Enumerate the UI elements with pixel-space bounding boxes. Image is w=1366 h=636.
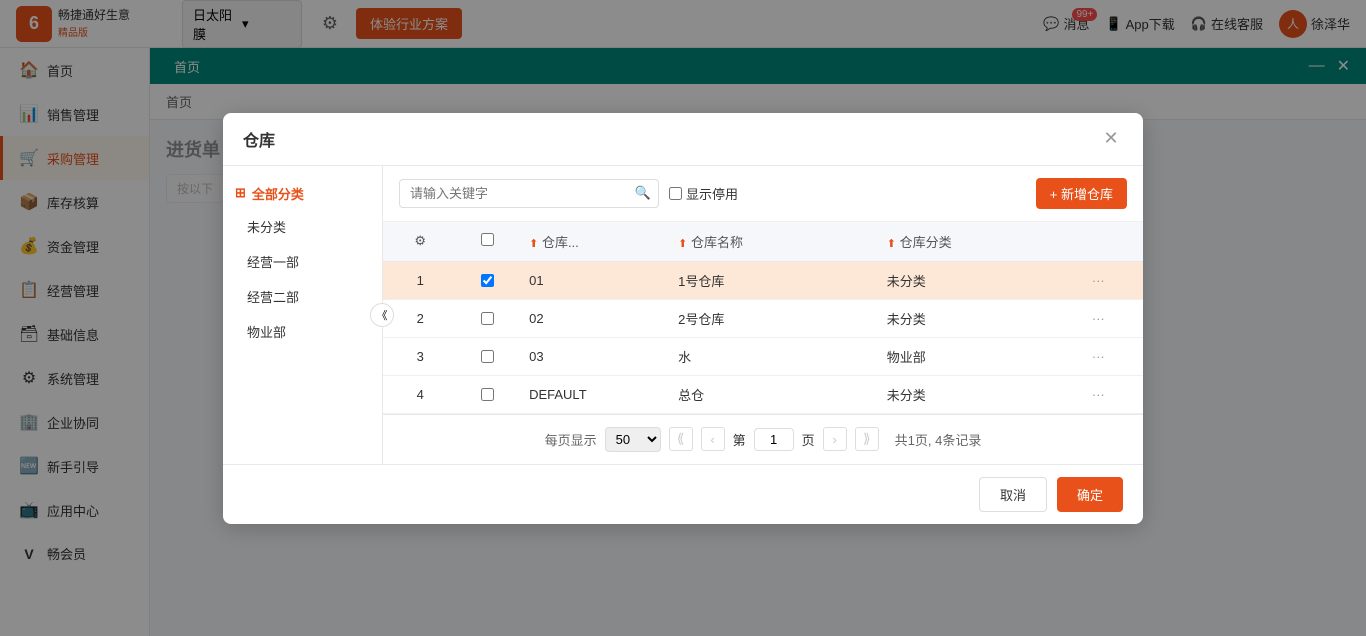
col-header-category[interactable]: ⬆ 仓库分类 [875, 222, 1054, 262]
search-input[interactable] [399, 179, 659, 208]
page-unit: 页 [802, 430, 815, 449]
row-checkbox[interactable] [481, 312, 494, 325]
warehouse-modal: 仓库 ✕ ⊞ 全部分类 未分类 经营一部 经营二部 物业部 《 [223, 113, 1143, 524]
modal-footer: 取消 确定 [223, 464, 1143, 524]
search-wrap: 🔍 [399, 179, 659, 208]
table-body: 1 01 1号仓库 未分类 ··· 2 02 2号仓库 未分类 ··· 3 [383, 261, 1143, 413]
row-actions[interactable]: ··· [1054, 337, 1143, 375]
row-more-icon[interactable]: ··· [1092, 273, 1105, 288]
row-check[interactable] [458, 299, 518, 337]
col-cat-sort-icon: ⬆ [887, 238, 896, 250]
show-disabled-label[interactable]: 显示停用 [669, 184, 738, 203]
cat-item-ops1[interactable]: 经营一部 [223, 244, 382, 279]
sidebar-collapse-button[interactable]: 《 [370, 303, 394, 327]
row-check[interactable] [458, 261, 518, 299]
row-checkbox[interactable] [481, 388, 494, 401]
prev-page-button[interactable]: ‹ [701, 427, 725, 451]
modal-overlay: 仓库 ✕ ⊞ 全部分类 未分类 经营一部 经营二部 物业部 《 [0, 0, 1366, 636]
select-all-checkbox[interactable] [481, 233, 494, 246]
row-name: 2号仓库 [666, 299, 875, 337]
col-name-label: 仓库名称 [691, 235, 743, 250]
warehouse-table-wrap: ⚙ ⬆ 仓库... ⬆ 仓库名称 [383, 222, 1143, 414]
row-more-icon[interactable]: ··· [1092, 387, 1105, 402]
page-label: 第 [733, 430, 746, 449]
row-name: 水 [666, 337, 875, 375]
row-code: DEFAULT [517, 375, 666, 413]
confirm-button[interactable]: 确定 [1057, 477, 1123, 512]
modal-pagination: 每页显示 50 10 20 100 ⟪ ‹ 第 1 页 › ⟫ 共1页, 4条记… [383, 414, 1143, 464]
all-categories-label: 全部分类 [252, 184, 304, 203]
row-code: 01 [517, 261, 666, 299]
table-row[interactable]: 2 02 2号仓库 未分类 ··· [383, 299, 1143, 337]
col-header-code[interactable]: ⬆ 仓库... [517, 222, 666, 262]
all-categories-item[interactable]: ⊞ 全部分类 [223, 178, 382, 209]
col-header-check [458, 222, 518, 262]
row-check[interactable] [458, 337, 518, 375]
per-page-select[interactable]: 50 10 20 100 [605, 427, 661, 452]
warehouse-table: ⚙ ⬆ 仓库... ⬆ 仓库名称 [383, 222, 1143, 414]
col-header-name[interactable]: ⬆ 仓库名称 [666, 222, 875, 262]
col-code-label: 仓库... [542, 235, 579, 250]
modal-close-button[interactable]: ✕ [1099, 127, 1123, 151]
row-name: 1号仓库 [666, 261, 875, 299]
col-code-sort-icon: ⬆ [529, 238, 538, 250]
row-index: 4 [383, 375, 458, 413]
grid-icon: ⊞ [235, 185, 246, 201]
col-cat-label: 仓库分类 [900, 235, 952, 250]
row-code: 02 [517, 299, 666, 337]
table-row[interactable]: 3 03 水 物业部 ··· [383, 337, 1143, 375]
row-name: 总仓 [666, 375, 875, 413]
show-disabled-text: 显示停用 [686, 184, 738, 203]
row-category: 未分类 [875, 261, 1054, 299]
row-index: 3 [383, 337, 458, 375]
row-more-icon[interactable]: ··· [1092, 311, 1105, 326]
row-index: 2 [383, 299, 458, 337]
search-icon[interactable]: 🔍 [635, 185, 651, 201]
per-page-label: 每页显示 [545, 430, 597, 449]
cat-item-unclassified[interactable]: 未分类 [223, 209, 382, 244]
col-name-sort-icon: ⬆ [678, 238, 687, 250]
first-page-button[interactable]: ⟪ [669, 427, 693, 451]
row-code: 03 [517, 337, 666, 375]
modal-body: ⊞ 全部分类 未分类 经营一部 经营二部 物业部 《 🔍 [223, 166, 1143, 464]
page-input[interactable]: 1 [754, 428, 794, 451]
row-index: 1 [383, 261, 458, 299]
row-checkbox[interactable] [481, 274, 494, 287]
row-checkbox[interactable] [481, 350, 494, 363]
cat-item-property[interactable]: 物业部 [223, 314, 382, 349]
row-actions[interactable]: ··· [1054, 261, 1143, 299]
category-sidebar: ⊞ 全部分类 未分类 经营一部 经营二部 物业部 《 [223, 166, 383, 464]
show-disabled-checkbox[interactable] [669, 187, 682, 200]
cancel-button[interactable]: 取消 [979, 477, 1047, 512]
row-category: 物业部 [875, 337, 1054, 375]
col-header-actions [1054, 222, 1143, 262]
col-header-settings: ⚙ [383, 222, 458, 262]
next-page-button[interactable]: › [823, 427, 847, 451]
row-more-icon[interactable]: ··· [1092, 349, 1105, 364]
table-row[interactable]: 1 01 1号仓库 未分类 ··· [383, 261, 1143, 299]
row-category: 未分类 [875, 299, 1054, 337]
add-warehouse-button[interactable]: + 新增仓库 [1036, 178, 1127, 209]
row-actions[interactable]: ··· [1054, 299, 1143, 337]
table-header-row: ⚙ ⬆ 仓库... ⬆ 仓库名称 [383, 222, 1143, 262]
modal-toolbar: 🔍 显示停用 + 新增仓库 [383, 166, 1143, 222]
last-page-button[interactable]: ⟫ [855, 427, 879, 451]
cat-item-ops2[interactable]: 经营二部 [223, 279, 382, 314]
modal-title: 仓库 [243, 127, 275, 151]
modal-header: 仓库 ✕ [223, 113, 1143, 166]
table-row[interactable]: 4 DEFAULT 总仓 未分类 ··· [383, 375, 1143, 413]
row-check[interactable] [458, 375, 518, 413]
modal-main-panel: 🔍 显示停用 + 新增仓库 ⚙ [383, 166, 1143, 464]
row-actions[interactable]: ··· [1054, 375, 1143, 413]
page-info: 共1页, 4条记录 [895, 430, 982, 449]
row-category: 未分类 [875, 375, 1054, 413]
